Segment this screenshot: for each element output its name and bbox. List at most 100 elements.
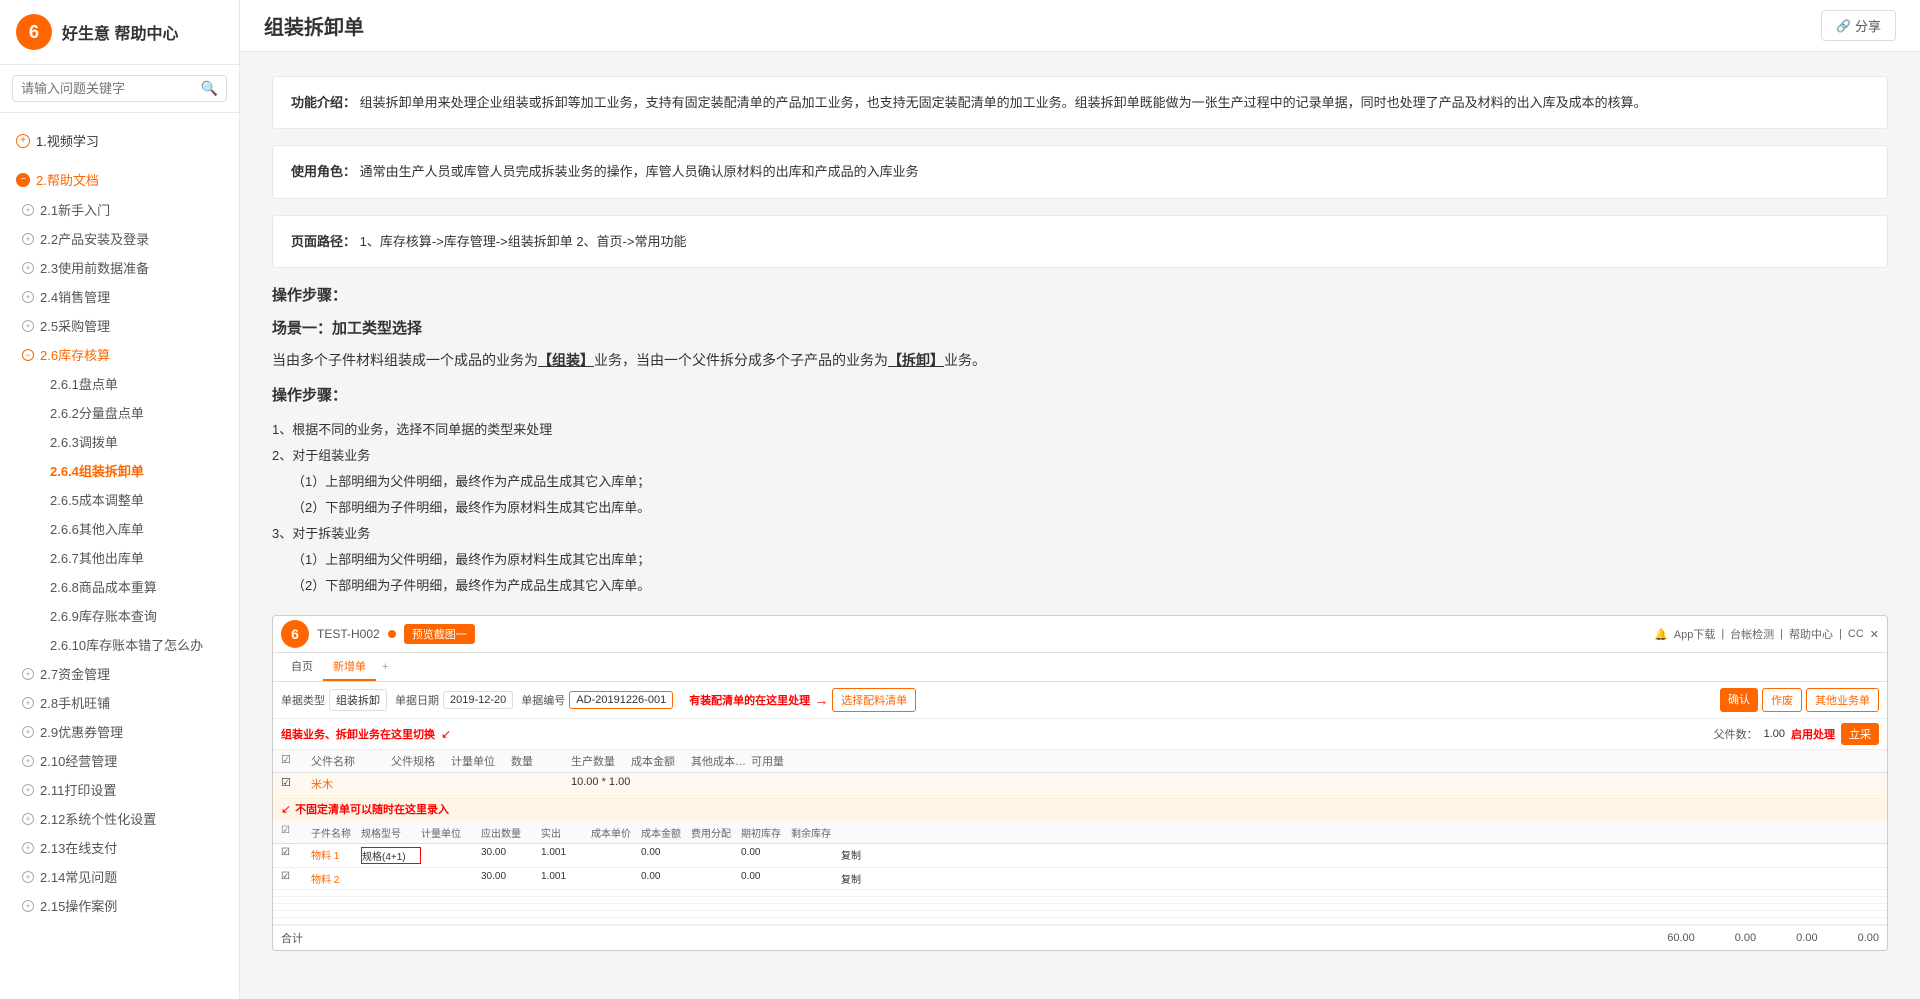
search-input[interactable] [21,81,201,96]
ss-lower-row-6 [273,911,1887,918]
ss-annotation2-indicator: ↙ [441,727,451,741]
nav-sub-section-23: + 2.3使用前数据准备 [0,253,239,282]
sidebar-item-28[interactable]: + 2.8手机旺铺 [0,688,239,717]
ss-select-bom-btn[interactable]: 选择配料清单 [832,688,916,712]
step-1: 1、根据不同的业务，选择不同单据的类型来处理 [272,417,1888,443]
sidebar-item-211[interactable]: + 2.11打印设置 [0,775,239,804]
ss-tab-new[interactable]: 新增单 [323,653,376,681]
sidebar-item-263[interactable]: 2.6.3调拨单 [0,427,239,456]
step-3-2: （2）下部明细为子件明细，最终作为产成品生成其它入库单。 [292,573,1888,599]
sidebar-item-25[interactable]: + 2.5采购管理 [0,311,239,340]
ss-confirm-btn[interactable]: 确认 [1720,688,1758,712]
sidebar-item-214[interactable]: + 2.14常见问题 [0,862,239,891]
keyword-assembly: 【组装】 [538,352,594,368]
path-label: 页面路径： [291,234,356,249]
nav-sub-section-28: + 2.8手机旺铺 [0,688,239,717]
search-icon[interactable]: 🔍 [201,80,218,97]
ss-lower-annotation-bar: ↙ 不固定清单可以随时在这里录入 [273,796,1887,822]
share-button[interactable]: 🔗 分享 [1821,10,1896,41]
ss-upper-label-row: 组装业务、拆卸业务在这里切换 ↙ 父件数： 1.00 启用处理 立采 [273,719,1887,750]
ss-upper-r1-spec [391,776,451,792]
ss-lower-col-qty: 应出数量 [481,825,541,840]
ss-upper-table-header: ☑ 父件名称 父件规格 计量单位 数量 生产数量 成本金额 其他成本金额 可用量 [273,750,1887,773]
ss-void-btn[interactable]: 作废 [1762,688,1802,712]
sidebar-item-215[interactable]: + 2.15操作案例 [0,891,239,920]
ss-upper-col-othercost: 其他成本金额 [691,753,751,769]
sidebar-item-27[interactable]: + 2.7资金管理 [0,659,239,688]
ss-upper-col-name: 父件名称 [311,753,391,769]
sidebar-item-212[interactable]: + 2.12系统个性化设置 [0,804,239,833]
sidebar-label-211: 2.11打印设置 [40,780,116,799]
ss-lower-table-header: ☑ 子件名称 规格型号 计量单位 应出数量 实出 成本单价 成本金额 费用分配 … [273,822,1887,844]
steps-list: 1、根据不同的业务，选择不同单据的类型来处理 2、对于组装业务 （1）上部明细为… [272,417,1888,599]
expand-icon-21: + [22,204,34,216]
expand-icon-214: + [22,871,34,883]
sidebar-item-213[interactable]: + 2.13在线支付 [0,833,239,862]
sidebar-item-21[interactable]: + 2.1新手入门 [0,195,239,224]
content-area: 功能介绍： 组装拆卸单用来处理企业组装或拆卸等加工业务，支持有固定装配清单的产品… [240,52,1920,999]
ss-lower-col-name: 子件名称 [311,825,361,840]
path-text: 1、库存核算->库存管理->组装拆卸单 2、首页->常用功能 [360,234,687,249]
ss-other-btn[interactable]: 其他业务单 [1806,688,1879,712]
sidebar-item-266[interactable]: 2.6.6其他入库单 [0,514,239,543]
sidebar-label-23: 2.3使用前数据准备 [40,258,149,277]
expand-icon-215: + [22,900,34,912]
ss-lower-col-spec: 规格型号 [361,825,421,840]
sidebar-item-29[interactable]: + 2.9优惠券管理 [0,717,239,746]
ss-code-field: 单据编号 AD-20191226-001 [521,691,673,709]
sidebar-item-docs[interactable]: − 2.帮助文档 [0,164,239,195]
sidebar-item-22[interactable]: + 2.2产品安装及登录 [0,224,239,253]
sidebar-item-2610[interactable]: 2.6.10库存账本错了怎么办 [0,630,239,659]
role-text: 通常由生产人员或库管人员完成拆装业务的操作，库管人员确认原材料的出库和产成品的入… [360,164,919,179]
ss-upper-col-avail: 可用量 [751,753,811,769]
sidebar-item-269[interactable]: 2.6.9库存账本查询 [0,601,239,630]
step-3-1: （1）上部明细为父件明细，最终作为原材料生成其它出库单； [292,547,1888,573]
ss-bell-icon: 🔔 [1654,628,1668,641]
sidebar-label-21: 2.1新手入门 [40,200,110,219]
ss-code-input[interactable]: AD-20191226-001 [569,691,673,709]
sidebar-item-210[interactable]: + 2.10经营管理 [0,746,239,775]
sidebar-label-29: 2.9优惠券管理 [40,722,123,741]
ss-tab-home[interactable]: 自页 [281,653,323,681]
ss-upper-label-right: 父件数： 1.00 启用处理 立采 [1714,723,1879,745]
search-area: 🔍 [0,65,239,113]
expand-icon-212: + [22,813,34,825]
ss-type-input[interactable]: 组装拆卸 [329,689,387,711]
ss-process-btn[interactable]: 立采 [1841,723,1879,745]
ss-footer: 合计 60.00 0.00 0.00 0.00 [273,925,1887,950]
nav-section-docs: − 2.帮助文档 + 2.1新手入门 + 2.2产品安装及登录 [0,160,239,924]
ss-date-input[interactable]: 2019-12-20 [443,691,513,709]
collapse-icon-26: − [22,349,34,361]
ss-upper-r1-action [811,776,841,792]
ss-status-btn[interactable]: 预览截图一 [404,624,475,644]
sidebar-item-24[interactable]: + 2.4销售管理 [0,282,239,311]
sub-items-26: 2.6.1盘点单 2.6.2分量盘点单 2.6.3调拨单 2.6.4组装拆卸单 … [0,369,239,659]
sidebar-label-28: 2.8手机旺铺 [40,693,110,712]
ss-titlebar: 6 TEST-H002 预览截图一 🔔 App下载 | 台帐检测 | 帮助中心 … [273,616,1887,653]
sidebar-item-261[interactable]: 2.6.1盘点单 [0,369,239,398]
sidebar-item-264[interactable]: 2.6.4组装拆卸单 [0,456,239,485]
ss-annotation2-text: 组装业务、拆卸业务在这里切换 [281,726,435,742]
ss-logo-icon: 6 [281,620,309,648]
nav-sub-section-213: + 2.13在线支付 [0,833,239,862]
ss-lower-row-7 [273,918,1887,925]
search-box: 🔍 [12,75,227,102]
nav-sub-section-26: − 2.6库存核算 2.6.1盘点单 2.6.2分量盘点单 2.6.3调拨单 2… [0,340,239,659]
expand-icon: + [16,134,30,148]
intro-text: 组装拆卸单用来处理企业组装或拆卸等加工业务，支持有固定装配清单的产品加工业务，也… [360,95,1647,110]
nav-sub-section-211: + 2.11打印设置 [0,775,239,804]
ss-count-label: 父件数： [1714,726,1758,742]
ss-tab-add[interactable]: + [376,656,394,678]
expand-icon-213: + [22,842,34,854]
sidebar-item-26[interactable]: − 2.6库存核算 [0,340,239,369]
ss-lower-col-opening: 期初库存 [741,825,791,840]
sidebar-item-262[interactable]: 2.6.2分量盘点单 [0,398,239,427]
sidebar-item-23[interactable]: + 2.3使用前数据准备 [0,253,239,282]
ss-close-icon[interactable]: ✕ [1870,628,1879,641]
sidebar-item-268[interactable]: 2.6.8商品成本重算 [0,572,239,601]
ss-upper-col-action [811,753,841,769]
ss-code-label: 单据编号 [521,692,565,708]
sidebar-item-265[interactable]: 2.6.5成本调整单 [0,485,239,514]
sidebar-item-267[interactable]: 2.6.7其他出库单 [0,543,239,572]
sidebar-item-video[interactable]: + 1.视频学习 [0,125,239,156]
